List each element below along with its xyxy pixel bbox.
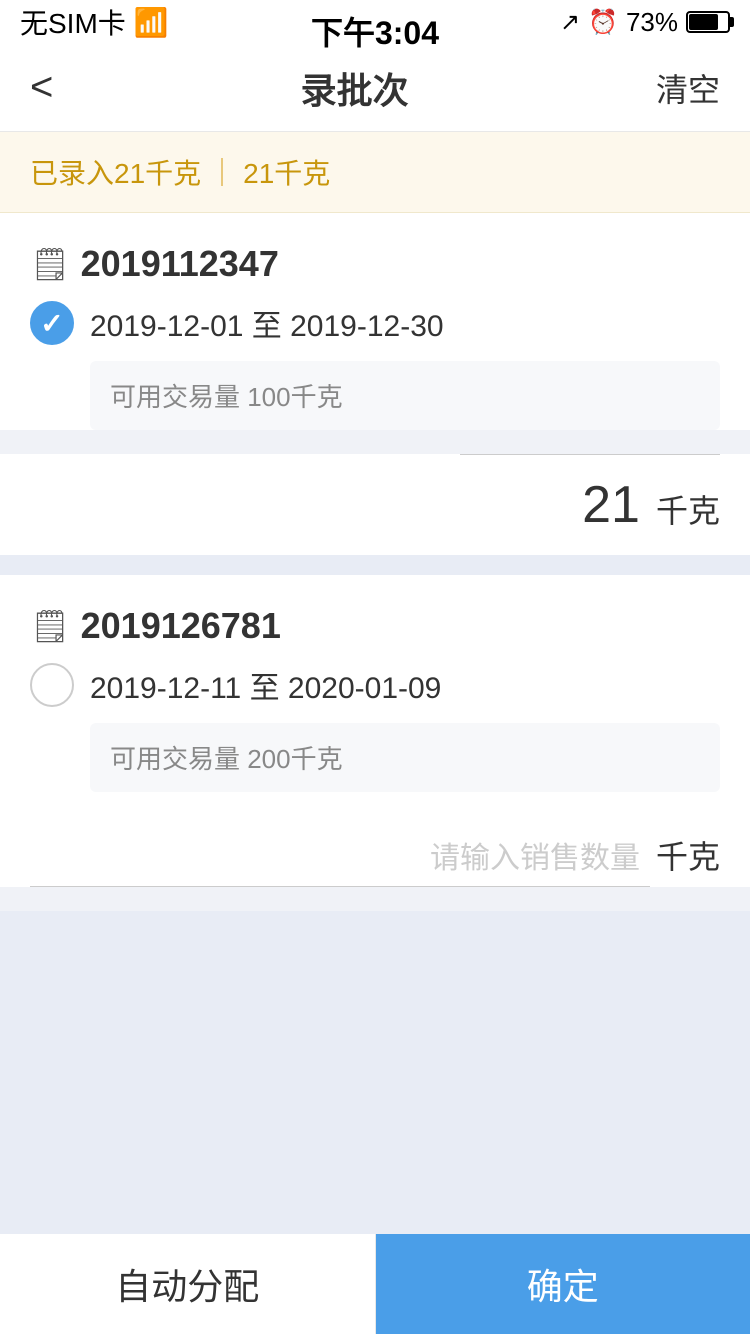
page-title: 录批次 <box>301 62 409 114</box>
back-button[interactable]: < <box>30 65 53 110</box>
nav-bar: < 录批次 清空 <box>0 44 750 132</box>
batch-1-icon: 🗒 <box>30 245 71 283</box>
batch-2-icon: 🗒 <box>30 607 71 645</box>
status-left: 无SIM卡 📶 <box>20 2 169 42</box>
status-bar: 无SIM卡 📶 下午3:04 ↗ ⏰ 73% <box>0 0 750 44</box>
batch-item-1: 🗒 2019112347 2019-12-01 至 2019-12-30 可用交… <box>0 213 750 430</box>
info-banner: 已录入21千克 21千克 <box>0 132 750 213</box>
batch-1-date-row: 2019-12-01 至 2019-12-30 <box>30 301 720 345</box>
batch-1-radio[interactable] <box>30 301 74 345</box>
auto-distribute-button[interactable]: 自动分配 <box>0 1234 376 1334</box>
batch-2-input-placeholder: 请输入销售数量 <box>30 833 640 877</box>
batch-2-content: 🗒 2019126781 2019-12-11 至 2020-01-09 可用交… <box>0 575 750 792</box>
batch-1-id: 2019112347 <box>81 243 279 285</box>
bottom-bar: 自动分配 确定 <box>0 1234 750 1334</box>
banner-divider <box>221 158 223 186</box>
batch-1-unit: 千克 <box>656 486 720 532</box>
batch-1-amount-value: 21 <box>582 475 640 535</box>
battery-icon <box>686 11 730 33</box>
batch-2-header: 🗒 2019126781 <box>30 605 720 647</box>
batch-1-date: 2019-12-01 至 2019-12-30 <box>90 301 444 345</box>
batch-2-info-box: 可用交易量 200千克 <box>90 723 720 792</box>
batch-1-header: 🗒 2019112347 <box>30 243 720 285</box>
recorded-amount-label: 已录入21千克 <box>30 152 201 192</box>
batch-2-date-row: 2019-12-11 至 2020-01-09 <box>30 663 720 707</box>
carrier-text: 无SIM卡 <box>20 2 126 42</box>
location-icon: ↗ <box>560 8 580 37</box>
status-right: ↗ ⏰ 73% <box>560 7 730 38</box>
batch-item-2: 🗒 2019126781 2019-12-11 至 2020-01-09 可用交… <box>0 575 750 887</box>
batch-1-available: 可用交易量 100千克 <box>110 382 343 412</box>
wifi-icon: 📶 <box>134 6 169 39</box>
batch-2-date: 2019-12-11 至 2020-01-09 <box>90 663 441 707</box>
confirm-button[interactable]: 确定 <box>376 1234 750 1334</box>
alarm-icon: ⏰ <box>588 8 618 37</box>
batch-2-id: 2019126781 <box>81 605 281 647</box>
batch-2-radio[interactable] <box>30 663 74 707</box>
batch-2-available: 可用交易量 200千克 <box>110 744 343 774</box>
batch-1-info-box: 可用交易量 100千克 <box>90 361 720 430</box>
batch-2-unit-label: 千克 <box>656 832 720 878</box>
batch-1-amount-row: 21 千克 <box>0 455 750 555</box>
recorded-amount-value: 21千克 <box>243 152 330 192</box>
status-time: 下午3:04 <box>311 8 439 54</box>
clear-button[interactable]: 清空 <box>656 65 720 111</box>
section-separator <box>0 555 750 575</box>
battery-percentage: 73% <box>626 7 678 38</box>
